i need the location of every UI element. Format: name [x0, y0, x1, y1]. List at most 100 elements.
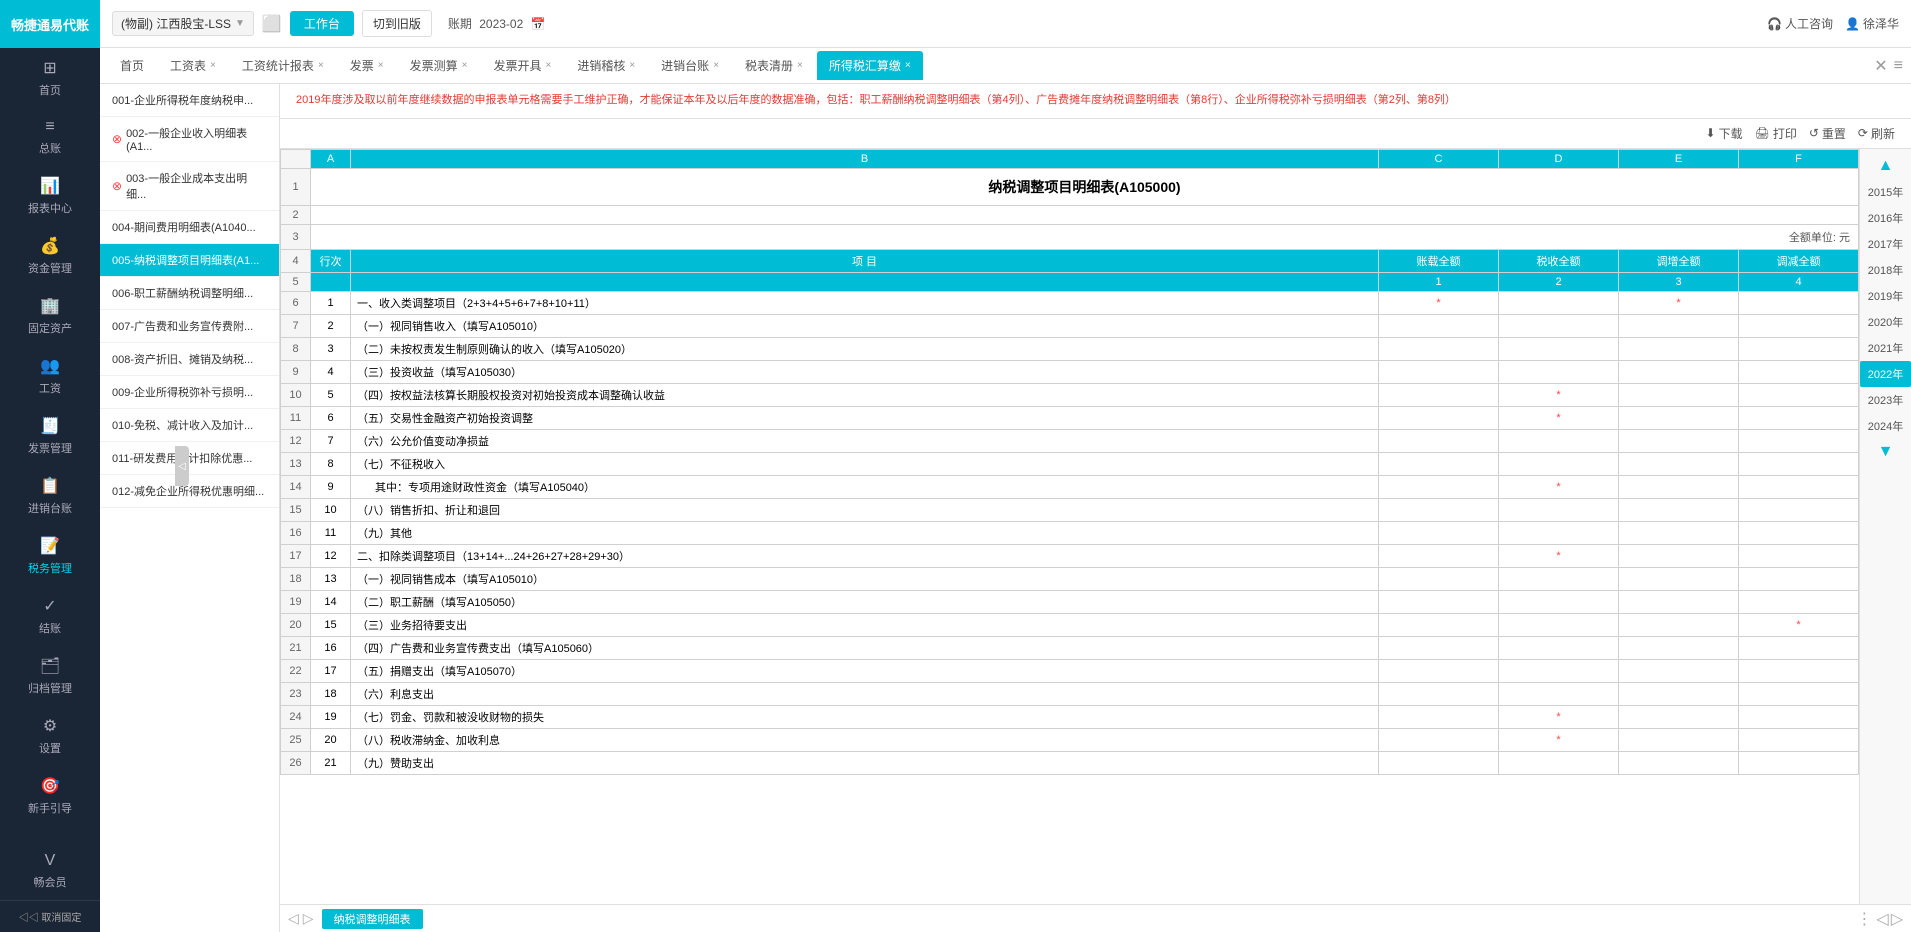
spreadsheet-wrapper[interactable]: A B C D E F 1 纳税调 — [280, 149, 1859, 904]
year-scroll-up[interactable]: ▲ — [1874, 153, 1898, 179]
bottom-more-icon[interactable]: ⋮ — [1856, 909, 1872, 929]
workbench-button[interactable]: 工作台 — [290, 11, 354, 36]
sidebar-item-settings[interactable]: ⚙ 设置 — [0, 706, 100, 766]
sidebar-item-member[interactable]: V 畅会员 — [0, 842, 100, 900]
tab-sales-ledger[interactable]: 进销台账 × — [649, 51, 731, 80]
tab-tax-table[interactable]: 税表清册 × — [733, 51, 815, 80]
user-button[interactable]: 👤 徐泽华 — [1845, 15, 1899, 32]
year-2022[interactable]: 2022年 — [1860, 361, 1911, 387]
sidebar-item-invoice[interactable]: 🧾 发票管理 — [0, 406, 100, 466]
user-icon: 👤 — [1845, 17, 1860, 31]
tab-salary[interactable]: 工资表 × — [158, 51, 228, 80]
download-button[interactable]: ⬇ 下载 — [1706, 125, 1743, 142]
year-2021[interactable]: 2021年 — [1860, 335, 1911, 361]
sidebar-item-tax[interactable]: 📝 税务管理 — [0, 526, 100, 586]
sidebar-item-ledger[interactable]: ≡ 总账 — [0, 108, 100, 166]
year-2017[interactable]: 2017年 — [1860, 231, 1911, 257]
left-panel: 001-企业所得税年度纳税申... ⊗ 002-一般企业收入明细表(A1... … — [100, 84, 280, 932]
table-row: 3 全额单位: 元 — [281, 224, 1859, 249]
spreadsheet-table: A B C D E F 1 纳税调 — [280, 149, 1859, 775]
error-icon-002: ⊗ — [112, 132, 122, 146]
year-2024[interactable]: 2024年 — [1860, 413, 1911, 439]
sidebar-item-funds[interactable]: 💰 资金管理 — [0, 226, 100, 286]
left-item-003[interactable]: ⊗ 003-一般企业成本支出明细... — [100, 162, 279, 211]
refresh-icon: ⟳ — [1858, 126, 1868, 140]
left-item-001[interactable]: 001-企业所得税年度纳税申... — [100, 84, 279, 117]
tab-close-invoice-open[interactable]: × — [545, 60, 551, 71]
more-tabs-button[interactable]: ≡ — [1894, 57, 1903, 75]
left-item-011[interactable]: 011-研发费用加计扣除优惠... — [100, 442, 279, 475]
tab-tax-calc[interactable]: 所得税汇算缴 × — [817, 51, 923, 80]
error-icon-003: ⊗ — [112, 179, 122, 193]
year-2016[interactable]: 2016年 — [1860, 205, 1911, 231]
tab-invoice[interactable]: 发票 × — [338, 51, 396, 80]
left-item-002[interactable]: ⊗ 002-一般企业收入明细表(A1... — [100, 117, 279, 162]
year-2018[interactable]: 2018年 — [1860, 257, 1911, 283]
tab-salary-report[interactable]: 工资统计报表 × — [230, 51, 336, 80]
table-row: 7 2 （一）视同销售收入（填写A105010） — [281, 314, 1859, 337]
print-button[interactable]: 🖨 打印 — [1755, 125, 1797, 142]
sidebar-item-assets[interactable]: 🏢 固定资产 — [0, 286, 100, 346]
tab-close-sales-ledger[interactable]: × — [713, 60, 719, 71]
year-2019[interactable]: 2019年 — [1860, 283, 1911, 309]
tab-home[interactable]: 首页 — [108, 51, 156, 80]
year-scroll-down[interactable]: ▼ — [1874, 439, 1898, 465]
year-2015[interactable]: 2015年 — [1860, 179, 1911, 205]
sub-header-2: 2 — [1499, 272, 1619, 291]
left-item-010[interactable]: 010-免税、减计收入及加计... — [100, 409, 279, 442]
table-row: 23 18 （六）利息支出 — [281, 682, 1859, 705]
sales-icon: 📋 — [40, 476, 60, 496]
close-icon: ✓ — [43, 596, 56, 616]
tabbar: 首页 工资表 × 工资统计报表 × 发票 × 发票测算 × 发票开具 × 进销稽… — [100, 48, 1911, 84]
left-item-006[interactable]: 006-职工薪酬纳税调整明细... — [100, 277, 279, 310]
year-2020[interactable]: 2020年 — [1860, 309, 1911, 335]
tab-close-salary-report[interactable]: × — [318, 60, 324, 71]
bottom-scroll-h[interactable]: ◁ — [1876, 909, 1888, 929]
tab-invoice-calc[interactable]: 发票测算 × — [398, 51, 480, 80]
calendar-icon[interactable]: 📅 — [531, 17, 546, 31]
reset-button[interactable]: ↺ 重置 — [1809, 125, 1846, 142]
refresh-button[interactable]: ⟳ 刷新 — [1858, 125, 1895, 142]
left-item-009[interactable]: 009-企业所得税弥补亏损明... — [100, 376, 279, 409]
left-item-008[interactable]: 008-资产折旧、摊销及纳税... — [100, 343, 279, 376]
year-2023[interactable]: 2023年 — [1860, 387, 1911, 413]
sidebar-item-sales[interactable]: 📋 进销台账 — [0, 466, 100, 526]
company-selector[interactable]: (物副) 江西股宝-LSS ▼ — [112, 11, 254, 36]
service-button[interactable]: 🎧 人工咨询 — [1767, 15, 1833, 32]
tax-icon: 📝 — [40, 536, 60, 556]
unpin-button[interactable]: ◁◁ 取消固定 — [0, 900, 100, 932]
tab-audit[interactable]: 进销稽核 × — [565, 51, 647, 80]
sidebar-item-close[interactable]: ✓ 结账 — [0, 586, 100, 646]
copy-icon[interactable]: ⬜ — [262, 14, 282, 34]
left-item-004[interactable]: 004-期间费用明细表(A1040... — [100, 211, 279, 244]
close-all-tabs-button[interactable]: ✕ — [1874, 56, 1887, 76]
tab-close-invoice-calc[interactable]: × — [462, 60, 468, 71]
tab-close-invoice[interactable]: × — [378, 60, 384, 71]
bottom-scroll-left[interactable]: ◁ — [288, 910, 299, 927]
tab-close-tax-calc[interactable]: × — [905, 60, 911, 71]
tab-close-salary[interactable]: × — [210, 60, 216, 71]
row-num-5: 5 — [281, 272, 311, 291]
left-item-005[interactable]: 005-纳税调整项目明细表(A1... — [100, 244, 279, 277]
warning-bar: 2019年度涉及取以前年度继续数据的申报表单元格需要手工维护正确，才能保证本年及… — [280, 84, 1911, 119]
bottom-tab-detail[interactable]: 纳税调整明细表 — [322, 909, 423, 929]
sidebar-item-home[interactable]: ⊞ 首页 — [0, 48, 100, 108]
collapse-panel-button[interactable]: ◁ — [175, 446, 189, 486]
sub-header-1: 1 — [1379, 272, 1499, 291]
table-title: 纳税调整项目明细表(A105000) — [311, 168, 1859, 205]
tab-close-audit[interactable]: × — [629, 60, 635, 71]
oldver-button[interactable]: 切到旧版 — [362, 10, 432, 37]
table-row: 16 11 （九）其他 — [281, 521, 1859, 544]
headset-icon: 🎧 — [1767, 17, 1782, 31]
sidebar-item-archive[interactable]: 🗂 归档管理 — [0, 646, 100, 706]
sidebar-item-salary[interactable]: 👥 工资 — [0, 346, 100, 406]
bottom-scroll-h2[interactable]: ▷ — [1891, 909, 1903, 929]
sidebar-item-reports[interactable]: 📊 报表中心 — [0, 166, 100, 226]
table-row: 12 7 （六）公允价值变动净损益 — [281, 429, 1859, 452]
tab-invoice-open[interactable]: 发票开具 × — [481, 51, 563, 80]
left-item-007[interactable]: 007-广告费和业务宣传费附... — [100, 310, 279, 343]
tab-close-tax-table[interactable]: × — [797, 60, 803, 71]
sidebar-item-guide[interactable]: 🎯 新手引导 — [0, 766, 100, 826]
bottom-scroll-right[interactable]: ▷ — [303, 910, 314, 927]
left-item-012[interactable]: 012-减免企业所得税优惠明细... — [100, 475, 279, 508]
